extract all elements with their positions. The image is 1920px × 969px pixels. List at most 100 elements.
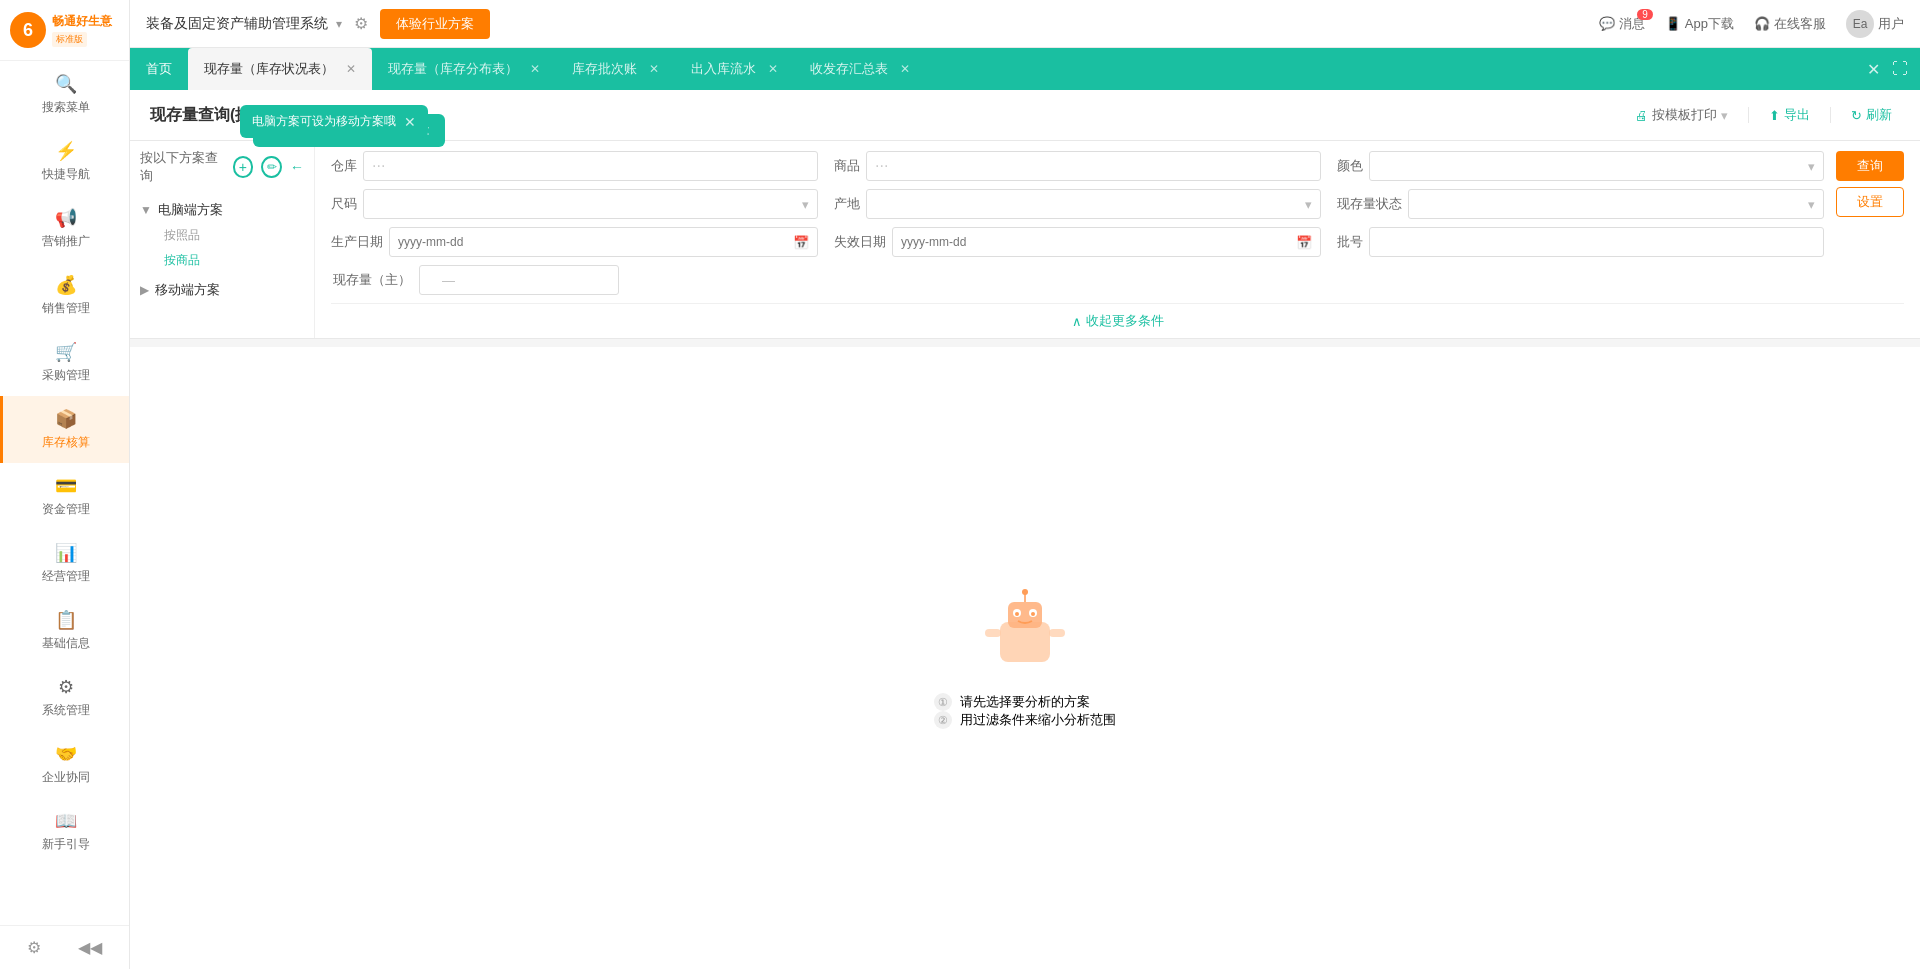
warehouse-control[interactable]: ··· — [363, 151, 818, 181]
filter-arrow-icon[interactable]: ← — [290, 159, 304, 175]
sidebar-item-basic[interactable]: 📋 基础信息 — [0, 597, 129, 664]
tab-batch-account[interactable]: 库存批次账 ✕ — [556, 48, 675, 90]
scheme-group-mobile-header[interactable]: ▶ 移动端方案 — [140, 277, 304, 303]
tab-bar: 首页 现存量（库存状况表） ✕ 现存量（库存分布表） ✕ 库存批次账 ✕ 出入库… — [130, 48, 1920, 90]
origin-control[interactable]: ▾ — [866, 189, 1321, 219]
expiry-date-calendar-icon[interactable]: 📅 — [1296, 235, 1312, 250]
expiry-date-input[interactable] — [901, 235, 1292, 249]
operations-icon: 📊 — [55, 542, 77, 564]
empty-state: ① 请先选择要分析的方案 ② 用过滤条件来缩小分析范围 — [130, 347, 1920, 969]
scheme-item-按照品[interactable]: 按照品 — [140, 223, 304, 248]
batch-no-control[interactable] — [1369, 227, 1824, 257]
experience-button[interactable]: 体验行业方案 — [380, 9, 490, 39]
production-date-label: 生产日期 — [331, 233, 383, 251]
origin-label: 产地 — [834, 195, 860, 213]
logo-text-area: 畅通好生意 标准版 — [52, 13, 112, 47]
stock-status-control[interactable]: ▾ — [1408, 189, 1824, 219]
size-control[interactable]: ▾ — [363, 189, 818, 219]
sidebar-item-purchase[interactable]: 🛒 采购管理 — [0, 329, 129, 396]
tab-expand-icon[interactable]: ⛶ — [1888, 56, 1912, 82]
inventory-main-control[interactable]: — — [419, 265, 619, 295]
notification-action[interactable]: 💬 消息 9 — [1599, 15, 1645, 33]
online-support-action[interactable]: 🎧 在线客服 — [1754, 15, 1826, 33]
sidebar-item-marketing[interactable]: 📢 营销推广 — [0, 195, 129, 262]
sidebar-item-operations[interactable]: 📊 经营管理 — [0, 530, 129, 597]
production-date-input[interactable] — [398, 235, 789, 249]
svg-point-4 — [1015, 612, 1019, 616]
filter-form-area: 仓库 ··· 商品 ··· — [315, 141, 1920, 338]
sidebar-item-system[interactable]: ⚙ 系统管理 — [0, 664, 129, 731]
goods-control[interactable]: ··· — [866, 151, 1321, 181]
scheme-item-按商品[interactable]: 按商品 — [140, 248, 304, 273]
app-badge: 标准版 — [52, 32, 87, 47]
refresh-btn[interactable]: ↻ 刷新 — [1843, 102, 1900, 128]
basic-icon: 📋 — [55, 609, 77, 631]
search-button[interactable]: 查询 — [1836, 151, 1904, 181]
basic-label: 基础信息 — [42, 635, 90, 652]
filter-edit-button[interactable]: ✏ 这里可以创建和修改方案哦 ✕ — [261, 156, 282, 178]
color-control[interactable]: ▾ — [1369, 151, 1824, 181]
filter-add-button[interactable]: + — [233, 156, 254, 178]
system-title: 装备及固定资产辅助管理系统 — [146, 15, 328, 33]
collapse-sidebar-icon[interactable]: ◀◀ — [78, 938, 102, 957]
tab-close-all-icon[interactable]: ✕ — [1863, 56, 1884, 83]
scheme-group-mobile-arrow: ▶ — [140, 283, 149, 297]
sidebar-item-guide[interactable]: 📖 新手引导 — [0, 798, 129, 865]
svg-point-5 — [1031, 612, 1035, 616]
inventory-icon: 📦 — [55, 408, 77, 430]
scheme-group-pc-header[interactable]: ▼ 电脑端方案 — [140, 197, 304, 223]
purchase-label: 采购管理 — [42, 367, 90, 384]
goods-label: 商品 — [834, 157, 860, 175]
page-actions: 🖨 按模板打印 ▾ ⬆ 导出 ↻ 刷新 — [1627, 102, 1900, 128]
form-row-2: 尺码 ▾ 产地 ▾ — [331, 189, 1824, 219]
settings-button[interactable]: 设置 — [1836, 187, 1904, 217]
sidebar-item-sales[interactable]: 💰 销售管理 — [0, 262, 129, 329]
sidebar-item-search[interactable]: 🔍 搜索菜单 — [0, 61, 129, 128]
pc-tooltip-close[interactable]: ✕ — [404, 114, 416, 130]
system-title-dropdown-icon[interactable]: ▾ — [336, 17, 342, 31]
filter-query-label: 按以下方案查询 — [140, 149, 225, 185]
field-expiry-date: 失效日期 📅 — [834, 227, 1321, 257]
expiry-date-control[interactable]: 📅 — [892, 227, 1321, 257]
svg-point-9 — [1022, 589, 1028, 595]
refresh-icon: ↻ — [1851, 108, 1862, 123]
sidebar: 6 畅通好生意 标准版 🔍 搜索菜单 ⚡ 快捷导航 📢 营销推广 💰 销售管理 … — [0, 0, 130, 969]
quicknav-icon: ⚡ — [55, 140, 77, 162]
top-header: 装备及固定资产辅助管理系统 ▾ ⚙ 体验行业方案 💬 消息 9 📱 App下载 … — [130, 0, 1920, 48]
pc-tooltip: 电脑方案可设为移动方案哦 ✕ — [240, 105, 428, 138]
export-btn[interactable]: ⬆ 导出 — [1761, 102, 1818, 128]
purchase-icon: 🛒 — [55, 341, 77, 363]
size-dropdown-icon: ▾ — [802, 197, 809, 212]
sidebar-item-inventory[interactable]: 📦 库存核算 — [0, 396, 129, 463]
tab-home[interactable]: 首页 — [130, 48, 188, 90]
app-download-action[interactable]: 📱 App下载 — [1665, 15, 1734, 33]
tab-close-inventory-distribution[interactable]: ✕ — [530, 62, 540, 76]
tab-close-batch-account[interactable]: ✕ — [649, 62, 659, 76]
tab-close-inventory-status[interactable]: ✕ — [346, 62, 356, 76]
sidebar-item-quicknav[interactable]: ⚡ 快捷导航 — [0, 128, 129, 195]
tab-inventory-status[interactable]: 现存量（库存状况表） ✕ — [188, 48, 372, 90]
production-date-control[interactable]: 📅 — [389, 227, 818, 257]
tab-inventory-distribution[interactable]: 现存量（库存分布表） ✕ — [372, 48, 556, 90]
settings-bottom-icon[interactable]: ⚙ — [27, 938, 41, 957]
field-size: 尺码 ▾ — [331, 189, 818, 219]
user-action[interactable]: Ea 用户 — [1846, 10, 1904, 38]
field-stock-status: 现存量状态 ▾ — [1337, 189, 1824, 219]
tab-close-flow[interactable]: ✕ — [768, 62, 778, 76]
quicknav-label: 快捷导航 — [42, 166, 90, 183]
tab-summary[interactable]: 收发存汇总表 ✕ — [794, 48, 926, 90]
step-1-text: 请先选择要分析的方案 — [960, 693, 1090, 711]
header-settings-icon[interactable]: ⚙ — [354, 14, 368, 33]
filter-header: 按以下方案查询 + ✏ 这里可以创建和修改方案哦 ✕ — [140, 149, 304, 185]
sidebar-item-cooperation[interactable]: 🤝 企业协同 — [0, 731, 129, 798]
scheme-group-pc-arrow: ▼ — [140, 203, 152, 217]
tab-close-summary[interactable]: ✕ — [900, 62, 910, 76]
tab-flow[interactable]: 出入库流水 ✕ — [675, 48, 794, 90]
sidebar-item-finance[interactable]: 💳 资金管理 — [0, 463, 129, 530]
message-icon: 💬 — [1599, 16, 1615, 31]
production-date-calendar-icon[interactable]: 📅 — [793, 235, 809, 250]
print-template-btn[interactable]: 🖨 按模板打印 ▾ — [1627, 102, 1736, 128]
collapse-more-btn[interactable]: ∧ 收起更多条件 — [331, 303, 1904, 338]
goods-more-icon: ··· — [875, 157, 888, 175]
scheme-group-pc: ▼ 电脑端方案 按照品 按商品 — [140, 197, 304, 273]
